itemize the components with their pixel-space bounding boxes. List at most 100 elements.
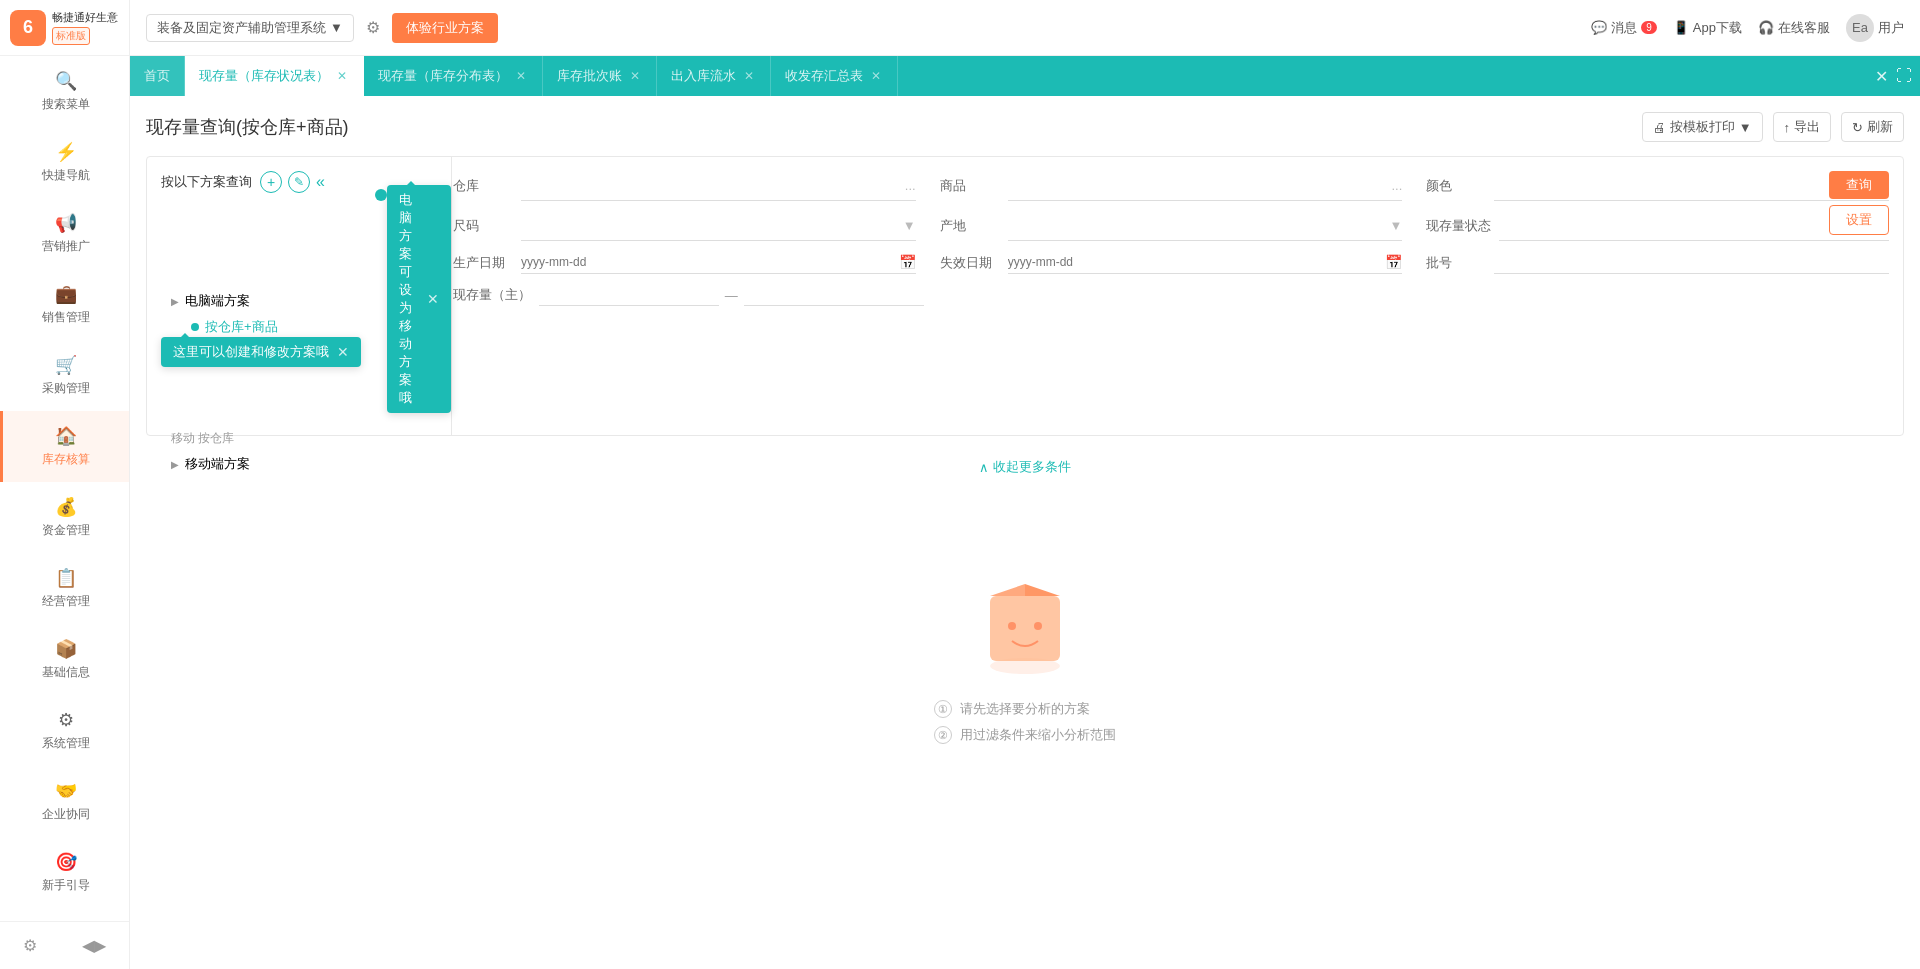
sidebar-item-marketing[interactable]: 📢 营销推广 — [0, 198, 129, 269]
stock-status-input[interactable] — [1499, 214, 1876, 237]
warehouse-filter: 仓库 ... — [453, 171, 916, 201]
origin-label: 产地 — [940, 217, 1000, 235]
filter-settings-btn[interactable]: 设置 — [1829, 205, 1889, 235]
logo-icon: 6 — [10, 10, 46, 46]
production-date-input[interactable] — [521, 255, 895, 269]
size-input[interactable] — [521, 214, 903, 237]
origin-dropdown[interactable]: ▼ — [1389, 218, 1402, 233]
expiry-date-calendar-icon[interactable]: 📅 — [1385, 254, 1402, 270]
desktop-scheme-label: 按仓库+商品 — [205, 318, 278, 336]
sidebar-item-inventory[interactable]: 🏠 库存核算 — [0, 411, 129, 482]
sidebar-collapse-btn[interactable]: ◀▶ — [82, 936, 106, 955]
system-selector[interactable]: 装备及固定资产辅助管理系统 ▼ — [146, 14, 354, 42]
batch-no-label: 批号 — [1426, 254, 1486, 272]
empty-illustration — [965, 566, 1085, 676]
goods-label: 商品 — [940, 177, 1000, 195]
print-btn[interactable]: 🖨 按模板打印 ▼ — [1642, 112, 1763, 142]
sidebar-item-label-search: 搜索菜单 — [42, 96, 90, 113]
sidebar-item-management[interactable]: 📋 经营管理 — [0, 553, 129, 624]
refresh-btn[interactable]: ↻ 刷新 — [1841, 112, 1904, 142]
tab-stock-dist-label: 现存量（库存分布表） — [378, 67, 508, 85]
sidebar-item-search[interactable]: 🔍 搜索菜单 — [0, 56, 129, 127]
online-support-btn[interactable]: 🎧 在线客服 — [1758, 19, 1830, 37]
tab-stock-dist[interactable]: 现存量（库存分布表） ✕ — [364, 56, 543, 96]
scheme-tooltip-text: 电脑方案可设为移动方案哦 — [399, 191, 419, 407]
origin-input[interactable] — [1008, 214, 1390, 237]
print-label: 按模板打印 — [1670, 118, 1735, 136]
sidebar-item-guide[interactable]: 🎯 新手引导 — [0, 837, 129, 908]
scheme-edit-tooltip-close[interactable]: ✕ — [337, 344, 349, 360]
messages-btn[interactable]: 💬 消息 9 — [1591, 19, 1657, 37]
sidebar-item-purchase[interactable]: 🛒 采购管理 — [0, 340, 129, 411]
sidebar-item-system[interactable]: ⚙ 系统管理 — [0, 695, 129, 766]
color-label: 颜色 — [1426, 177, 1486, 195]
tab-in-out-flow[interactable]: 出入库流水 ✕ — [657, 56, 771, 96]
scheme-tooltip-close[interactable]: ✕ — [427, 291, 439, 307]
tabs-bar: 首页 现存量（库存状况表） ✕ 现存量（库存分布表） ✕ 库存批次账 ✕ 出入库… — [130, 56, 1920, 96]
tab-stock-dist-close[interactable]: ✕ — [514, 69, 528, 83]
stock-main-to-input[interactable] — [744, 287, 924, 302]
sidebar-item-label-quicknav: 快捷导航 — [42, 167, 90, 184]
tab-close-all-btn[interactable]: ✕ — [1875, 67, 1888, 86]
filter-section: 按以下方案查询 + ✎ « 电脑方案可设为移动方案哦 ✕ — [146, 156, 1904, 436]
filter-add-btn[interactable]: + — [260, 171, 282, 193]
size-dropdown[interactable]: ▼ — [903, 218, 916, 233]
filter-title: 按以下方案查询 — [161, 173, 252, 191]
filter-edit-btn[interactable]: ✎ — [288, 171, 310, 193]
print-arrow-icon: ▼ — [1739, 120, 1752, 135]
avatar-text: Ea — [1852, 20, 1868, 35]
empty-svg — [965, 566, 1085, 676]
size-label: 尺码 — [453, 217, 513, 235]
stock-status-filter: 现存量状态 ▼ — [1426, 211, 1889, 241]
sidebar-nav: 🔍 搜索菜单 ⚡ 快捷导航 📢 营销推广 💼 销售管理 🛒 采购管理 🏠 库存核… — [0, 56, 129, 921]
expiry-date-input[interactable] — [1008, 255, 1382, 269]
tab-home[interactable]: 首页 — [130, 56, 185, 96]
app-download-btn[interactable]: 📱 App下载 — [1673, 19, 1742, 37]
sidebar-item-finance[interactable]: 💰 资金管理 — [0, 482, 129, 553]
batch-no-input[interactable] — [1494, 255, 1889, 270]
sidebar-item-enterprise[interactable]: 🤝 企业协同 — [0, 766, 129, 837]
user-area[interactable]: Ea 用户 — [1846, 14, 1904, 42]
production-date-label: 生产日期 — [453, 254, 513, 272]
scheme-edit-tooltip: 这里可以创建和修改方案哦 ✕ — [161, 337, 361, 367]
stock-main-from-input[interactable] — [539, 287, 719, 302]
sidebar-item-sales[interactable]: 💼 销售管理 — [0, 269, 129, 340]
sidebar-item-basic[interactable]: 📦 基础信息 — [0, 624, 129, 695]
tab-stock-status[interactable]: 现存量（库存状况表） ✕ — [185, 56, 364, 96]
mobile-group-item[interactable]: ▶ 移动端方案 — [171, 451, 437, 477]
sidebar-settings-btn[interactable]: ⚙ — [23, 936, 37, 955]
tab-in-out-flow-close[interactable]: ✕ — [742, 69, 756, 83]
expiry-date-filter: 失效日期 📅 — [940, 251, 1403, 274]
warehouse-label: 仓库 — [453, 177, 513, 195]
goods-dots[interactable]: ... — [1391, 178, 1402, 193]
phone-icon: 📱 — [1673, 20, 1689, 35]
finance-icon: 💰 — [55, 496, 77, 518]
tab-fullscreen-btn[interactable]: ⛶ — [1896, 67, 1912, 85]
size-filter: 尺码 ▼ — [453, 211, 916, 241]
filter-back-btn[interactable]: « — [316, 173, 325, 191]
sidebar-item-label-sales: 销售管理 — [42, 309, 90, 326]
empty-state: ① 请先选择要分析的方案 ② 用过滤条件来缩小分析范围 — [146, 486, 1904, 828]
industry-btn[interactable]: 体验行业方案 — [392, 13, 498, 43]
header-left: 装备及固定资产辅助管理系统 ▼ ⚙ 体验行业方案 — [146, 13, 498, 43]
tab-receive-summary[interactable]: 收发存汇总表 ✕ — [771, 56, 898, 96]
tab-stock-status-close[interactable]: ✕ — [335, 69, 349, 83]
tab-batch-ledger[interactable]: 库存批次账 ✕ — [543, 56, 657, 96]
collapse-up-icon: ∧ — [979, 460, 989, 475]
tab-batch-ledger-close[interactable]: ✕ — [628, 69, 642, 83]
sidebar-item-quicknav[interactable]: ⚡ 快捷导航 — [0, 127, 129, 198]
production-date-filter: 生产日期 📅 — [453, 251, 916, 274]
export-btn[interactable]: ↑ 导出 — [1773, 112, 1832, 142]
production-date-calendar-icon[interactable]: 📅 — [899, 254, 916, 270]
page-actions: 🖨 按模板打印 ▼ ↑ 导出 ↻ 刷新 — [1642, 112, 1904, 142]
system-name-label: 装备及固定资产辅助管理系统 — [157, 19, 326, 37]
warehouse-dots[interactable]: ... — [905, 178, 916, 193]
header-settings-btn[interactable]: ⚙ — [366, 18, 380, 37]
color-input[interactable] — [1494, 174, 1876, 197]
goods-input[interactable] — [1008, 174, 1392, 197]
warehouse-input[interactable] — [521, 174, 905, 197]
app-download-label: App下载 — [1693, 19, 1742, 37]
sidebar-item-label-basic: 基础信息 — [42, 664, 90, 681]
search-btn[interactable]: 查询 — [1829, 171, 1889, 199]
tab-receive-summary-close[interactable]: ✕ — [869, 69, 883, 83]
